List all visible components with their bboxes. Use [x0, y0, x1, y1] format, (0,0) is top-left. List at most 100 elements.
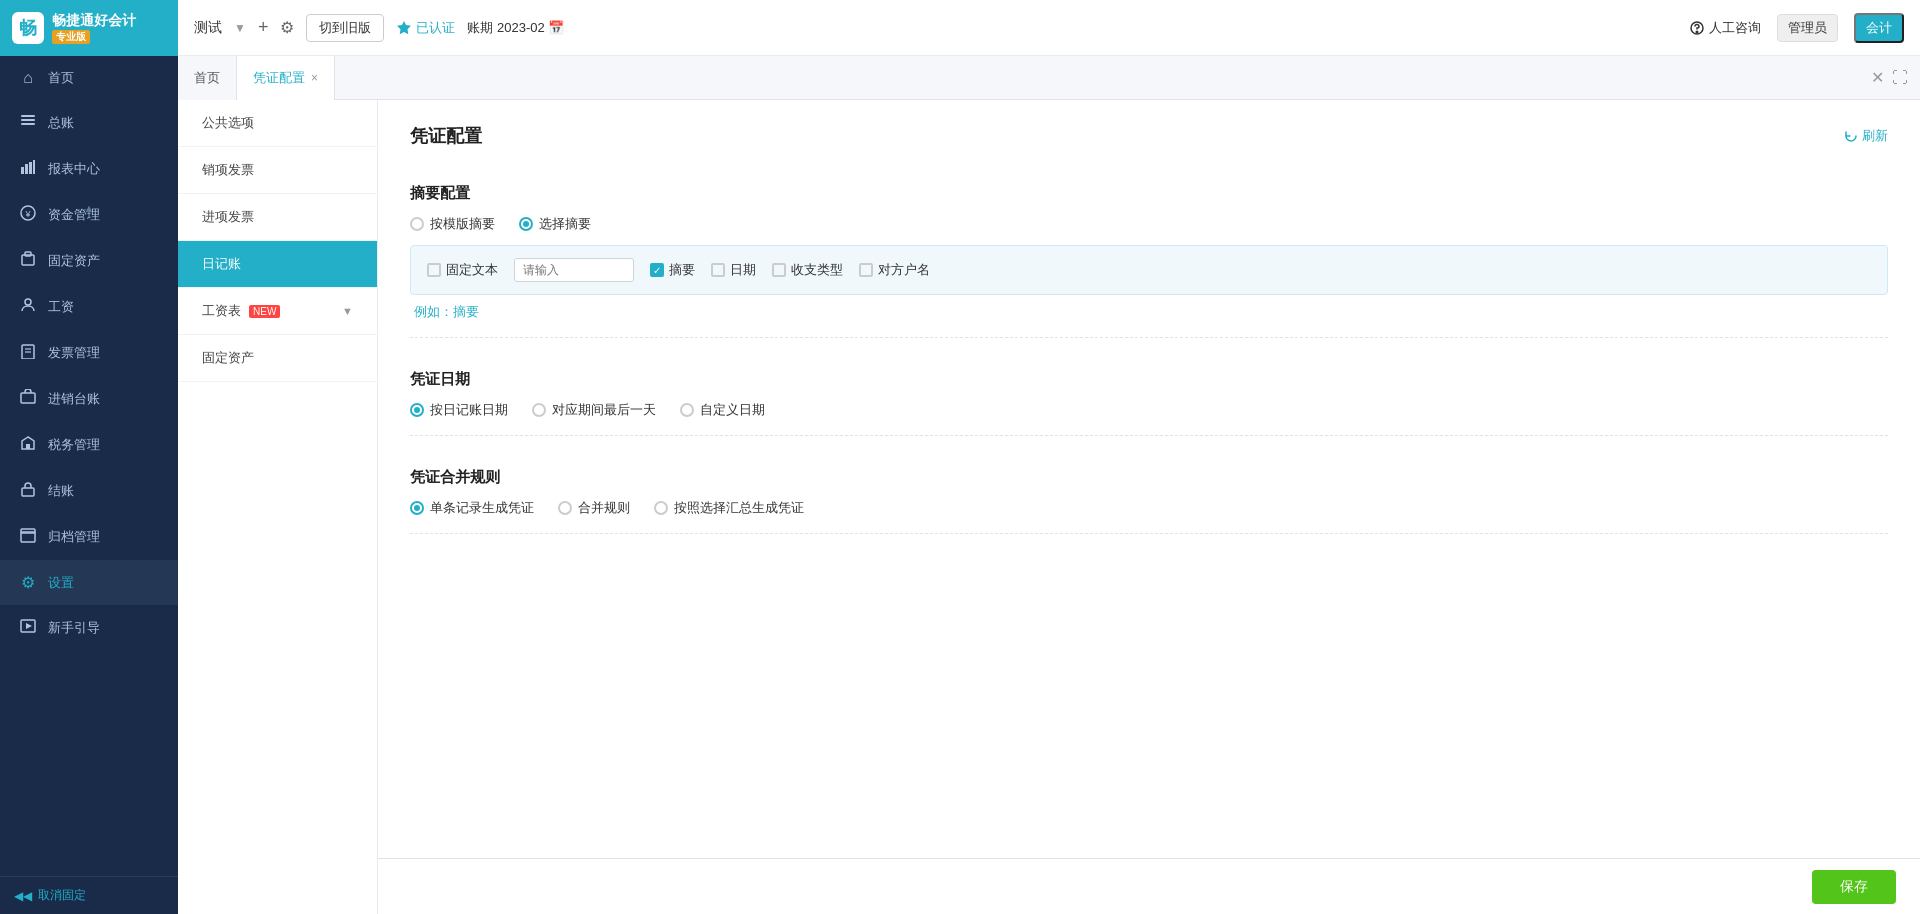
summary-title: 摘要配置 [410, 168, 1888, 215]
svg-marker-21 [26, 623, 32, 629]
summary-radio-template[interactable]: 按模版摘要 [410, 215, 495, 233]
sidebar-item-close[interactable]: 结账 [0, 468, 178, 514]
svg-rect-6 [33, 160, 35, 174]
sidebar-item-ledger[interactable]: 总账 [0, 100, 178, 146]
radio-period-last-circle [532, 403, 546, 417]
topbar-gear-btn[interactable]: ⚙ [280, 18, 294, 37]
main-area: 测试 ▼ + ⚙ 切到旧版 已认证 账期 2023-02 📅 人工咨询 管理员 … [178, 0, 1920, 914]
old-version-btn[interactable]: 切到旧版 [306, 14, 384, 42]
merge-radio-aggregate[interactable]: 按照选择汇总生成凭证 [654, 499, 804, 517]
payroll-icon [18, 297, 38, 317]
checkbox-payment-type[interactable]: 收支类型 [772, 261, 843, 279]
svg-rect-4 [25, 164, 28, 174]
merge-radio-single[interactable]: 单条记录生成凭证 [410, 499, 534, 517]
tab-close-icon[interactable]: × [311, 71, 318, 85]
sidebar-item-archive[interactable]: 归档管理 [0, 514, 178, 560]
sidebar-item-tax[interactable]: 税务管理 [0, 422, 178, 468]
sidebar: 畅 畅捷通好会计 专业版 ▲ ⌂ 首页 总账 报表中心 ¥ 资金管理 [0, 0, 178, 914]
sidebar-item-guide[interactable]: 新手引导 [0, 605, 178, 651]
company-dropdown-arrow[interactable]: ▼ [234, 21, 246, 35]
scroll-up-btn[interactable]: ▲ [0, 200, 178, 216]
sidebar-item-invoices[interactable]: 发票管理 [0, 330, 178, 376]
checkbox-summary[interactable]: ✓ 摘要 [650, 261, 695, 279]
left-nav-public[interactable]: 公共选项 [178, 100, 377, 147]
radio-select-circle [519, 217, 533, 231]
date-title: 凭证日期 [410, 354, 1888, 401]
new-badge: NEW [249, 305, 280, 318]
date-radio-period-last[interactable]: 对应期间最后一天 [532, 401, 656, 419]
content-tabs: 首页 凭证配置 × ✕ ⛶ [178, 56, 1920, 100]
radio-aggregate-circle [654, 501, 668, 515]
left-nav: 公共选项 销项发票 进项发票 日记账 工资表 NEW ▼ 固定资产 [178, 100, 378, 914]
consult-btn[interactable]: 人工咨询 [1689, 19, 1761, 37]
config-title: 凭证配置 [410, 124, 482, 148]
radio-template-circle [410, 217, 424, 231]
divider-1 [410, 337, 1888, 338]
accountant-btn[interactable]: 会计 [1854, 13, 1904, 43]
date-radio-custom[interactable]: 自定义日期 [680, 401, 765, 419]
fixed-text-input[interactable] [514, 258, 634, 282]
left-nav-journal[interactable]: 日记账 [178, 241, 377, 288]
sidebar-nav: ⌂ 首页 总账 报表中心 ¥ 资金管理 固定资产 [0, 56, 178, 876]
topbar: 测试 ▼ + ⚙ 切到旧版 已认证 账期 2023-02 📅 人工咨询 管理员 … [178, 0, 1920, 56]
guide-icon [18, 618, 38, 638]
sidebar-item-sales[interactable]: 进销台账 [0, 376, 178, 422]
checkbox-counterpart-box [859, 263, 873, 277]
tab-home[interactable]: 首页 [178, 56, 237, 100]
sidebar-item-payroll[interactable]: 工资 [0, 284, 178, 330]
tab-close-action[interactable]: ✕ [1871, 68, 1884, 87]
topbar-right: 人工咨询 管理员 会计 [1689, 13, 1904, 43]
left-nav-sales-invoice[interactable]: 销项发票 [178, 147, 377, 194]
left-nav-salary[interactable]: 工资表 NEW ▼ [178, 288, 377, 335]
checkbox-payment-box [772, 263, 786, 277]
sidebar-item-settings[interactable]: ⚙ 设置 [0, 560, 178, 605]
merge-radio-rules[interactable]: 合并规则 [558, 499, 630, 517]
cancel-fixed-icon: ◀◀ [14, 889, 32, 903]
svg-rect-19 [21, 529, 35, 533]
close-period-icon [18, 481, 38, 501]
date-radio-journal[interactable]: 按日记账日期 [410, 401, 508, 419]
company-name: 测试 [194, 19, 222, 37]
checkmark-icon: ✓ [653, 265, 661, 276]
radio-journal-circle [410, 403, 424, 417]
summary-radio-group: 按模版摘要 选择摘要 [410, 215, 1888, 233]
archive-icon [18, 527, 38, 547]
home-icon: ⌂ [18, 69, 38, 87]
left-nav-fixed-assets[interactable]: 固定资产 [178, 335, 377, 382]
svg-rect-0 [21, 115, 35, 117]
refresh-btn[interactable]: 刷新 [1844, 127, 1888, 145]
checkbox-counterpart[interactable]: 对方户名 [859, 261, 930, 279]
sales-icon [18, 389, 38, 409]
tab-actions: ✕ ⛶ [1871, 68, 1920, 87]
tab-expand-action[interactable]: ⛶ [1892, 69, 1908, 87]
reports-icon [18, 159, 38, 179]
cancel-fixed-btn[interactable]: ◀◀ 取消固定 [0, 876, 178, 914]
left-nav-purchase-invoice[interactable]: 进项发票 [178, 194, 377, 241]
checkbox-date[interactable]: 日期 [711, 261, 756, 279]
svg-rect-16 [26, 444, 30, 449]
divider-2 [410, 435, 1888, 436]
assets-icon [18, 251, 38, 271]
summary-radio-select[interactable]: 选择摘要 [519, 215, 591, 233]
save-button[interactable]: 保存 [1812, 870, 1896, 904]
page-content: 公共选项 销项发票 进项发票 日记账 工资表 NEW ▼ 固定资产 [178, 100, 1920, 914]
svg-rect-10 [25, 252, 31, 256]
date-radio-group: 按日记账日期 对应期间最后一天 自定义日期 [410, 401, 1888, 419]
sidebar-logo: 畅 畅捷通好会计 专业版 [0, 0, 178, 56]
sidebar-item-assets[interactable]: 固定资产 [0, 238, 178, 284]
add-btn[interactable]: + [258, 17, 269, 38]
radio-rules-circle [558, 501, 572, 515]
chevron-down-icon: ▼ [342, 305, 353, 317]
checkbox-fixed-text[interactable]: 固定文本 [427, 261, 498, 279]
settings-icon: ⚙ [18, 573, 38, 592]
admin-btn[interactable]: 管理员 [1777, 14, 1838, 42]
certified-badge: 已认证 [396, 19, 455, 37]
ledger-icon [18, 113, 38, 133]
svg-point-11 [25, 299, 31, 305]
sidebar-item-home[interactable]: ⌂ 首页 [0, 56, 178, 100]
checkbox-summary-box: ✓ [650, 263, 664, 277]
svg-rect-5 [29, 162, 32, 174]
svg-rect-17 [22, 488, 34, 496]
sidebar-item-reports[interactable]: 报表中心 [0, 146, 178, 192]
tab-voucher-config[interactable]: 凭证配置 × [237, 56, 335, 100]
